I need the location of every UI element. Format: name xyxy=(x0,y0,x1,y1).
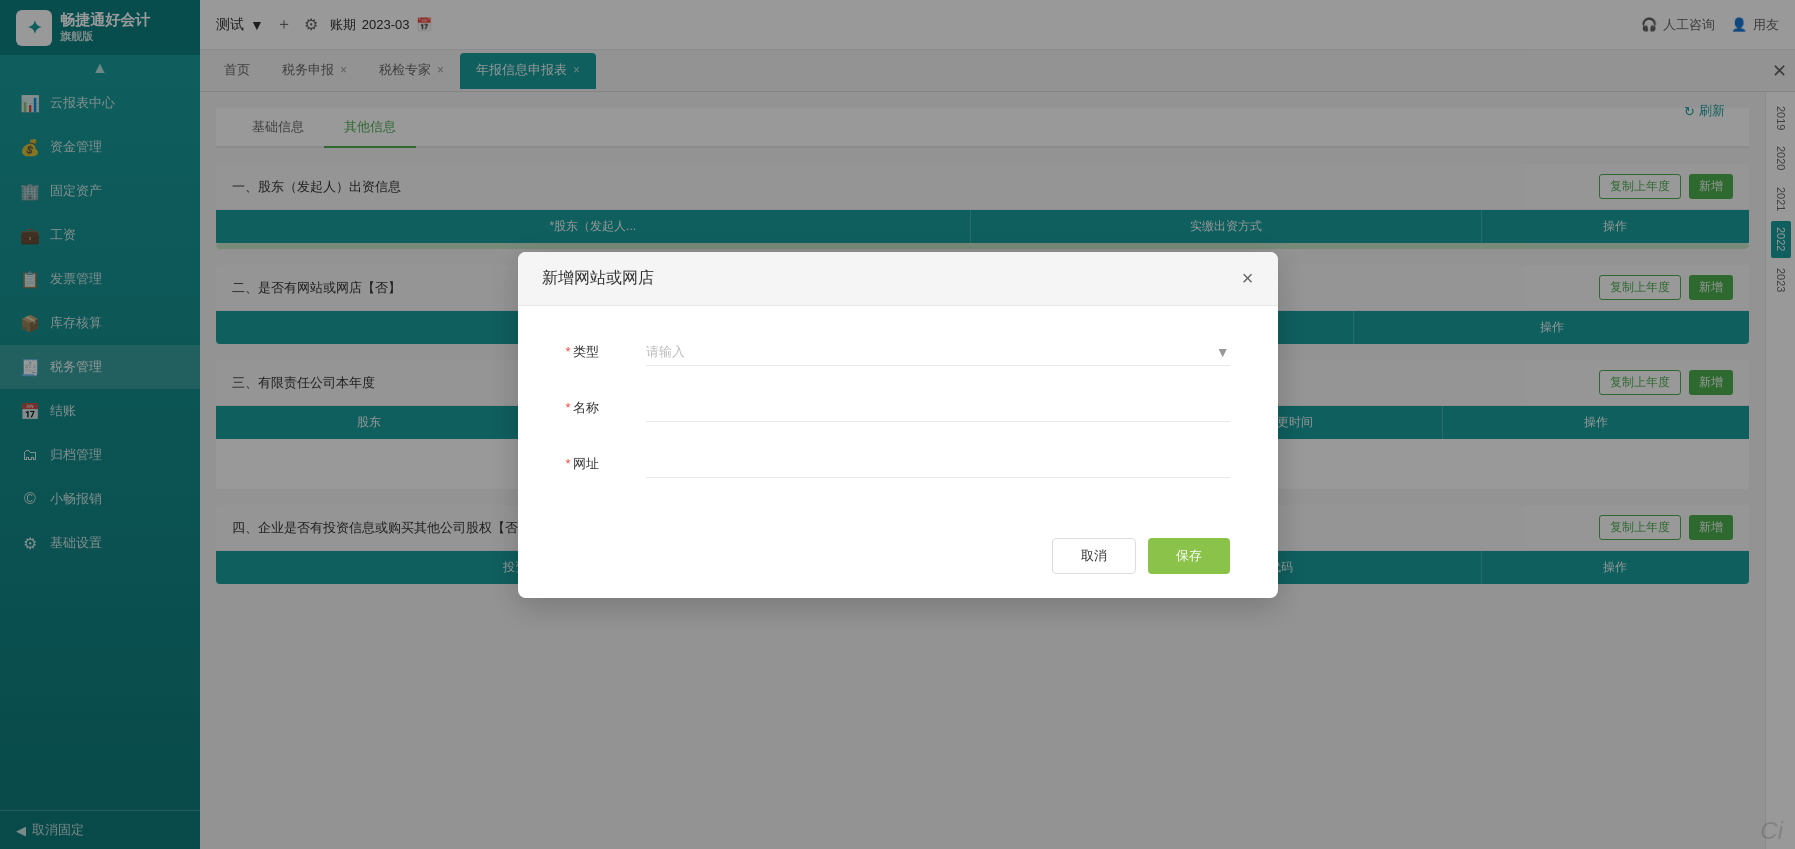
required-star-url: * xyxy=(566,456,571,471)
type-input[interactable] xyxy=(646,338,1230,366)
form-row-type: * 类型 ▼ xyxy=(566,338,1230,366)
form-input-wrap-name xyxy=(646,394,1230,422)
form-input-wrap-type: ▼ xyxy=(646,338,1230,366)
dialog-footer: 取消 保存 xyxy=(518,530,1278,598)
dialog-add-website: 新增网站或网店 × * 类型 ▼ * 名称 xyxy=(518,252,1278,598)
label-text-url: 网址 xyxy=(573,455,599,473)
dialog-body: * 类型 ▼ * 名称 xyxy=(518,306,1278,530)
name-input[interactable] xyxy=(646,394,1230,422)
form-label-type: * 类型 xyxy=(566,343,646,361)
url-input[interactable] xyxy=(646,450,1230,478)
dialog-close-button[interactable]: × xyxy=(1242,268,1254,288)
label-text-type: 类型 xyxy=(573,343,599,361)
modal-overlay: 新增网站或网店 × * 类型 ▼ * 名称 xyxy=(0,0,1795,849)
save-button[interactable]: 保存 xyxy=(1148,538,1230,574)
form-label-name: * 名称 xyxy=(566,399,646,417)
form-label-url: * 网址 xyxy=(566,455,646,473)
dialog-title: 新增网站或网店 xyxy=(542,268,654,289)
required-star-name: * xyxy=(566,400,571,415)
chevron-down-icon-type: ▼ xyxy=(1216,344,1230,360)
required-star-type: * xyxy=(566,344,571,359)
form-row-url: * 网址 xyxy=(566,450,1230,478)
form-input-wrap-url xyxy=(646,450,1230,478)
form-row-name: * 名称 xyxy=(566,394,1230,422)
watermark: Ci xyxy=(1748,813,1795,849)
label-text-name: 名称 xyxy=(573,399,599,417)
dialog-header: 新增网站或网店 × xyxy=(518,252,1278,306)
cancel-button[interactable]: 取消 xyxy=(1052,538,1136,574)
